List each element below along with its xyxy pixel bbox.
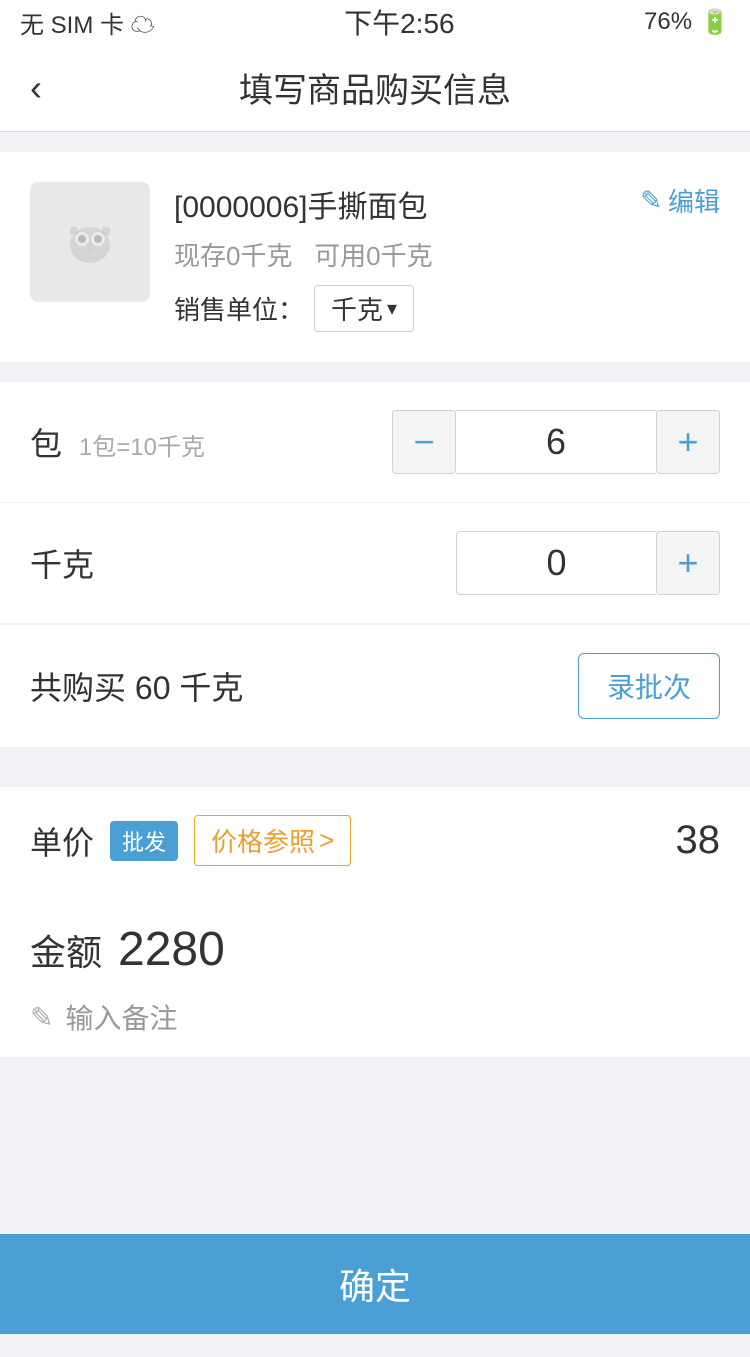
amount-row: 金额 2280: [30, 922, 720, 977]
product-unit-row: 销售单位： 千克 ▾: [174, 285, 720, 332]
status-left: 无 SIM 卡 ☁: [20, 5, 155, 40]
pack-plus-button[interactable]: +: [656, 410, 720, 474]
summary-row: 共购买 60 千克 录批次: [0, 624, 750, 747]
pack-input-section: 包 1包=10千克 − + 千克 + 共购买 60 千克 录批次: [0, 382, 750, 747]
nav-bar: ‹ 填写商品购买信息: [0, 44, 750, 132]
dropdown-icon: ▾: [387, 296, 397, 321]
kg-input-row: 千克 +: [0, 503, 750, 624]
page-title: 填写商品购买信息: [239, 63, 511, 112]
pack-minus-button[interactable]: −: [392, 410, 456, 474]
sim-status: 无 SIM 卡 ☁: [20, 5, 155, 40]
back-button[interactable]: ‹: [30, 67, 42, 109]
kg-input[interactable]: [456, 531, 656, 595]
amount-section: 金额 2280 ✎ 输入备注: [0, 894, 750, 1057]
kg-stepper: +: [456, 531, 720, 595]
price-section: 单价 批发 价格参照 > 38: [0, 787, 750, 894]
product-info: [0000006]手撕面包 ✎ 编辑 现存0千克 可用0千克 销售单位： 千克 …: [174, 182, 720, 332]
status-right: 76% 🔋: [644, 8, 730, 37]
pack-stepper: − +: [392, 410, 720, 474]
unit-select[interactable]: 千克 ▾: [314, 285, 414, 332]
remark-row[interactable]: ✎ 输入备注: [30, 997, 720, 1037]
remark-placeholder: 输入备注: [65, 997, 177, 1037]
kg-plus-button[interactable]: +: [656, 531, 720, 595]
pack-label: 包 1包=10千克: [30, 419, 392, 465]
product-name: [0000006]手撕面包: [174, 182, 427, 226]
unit-price-value: 38: [676, 818, 721, 863]
pack-input[interactable]: [456, 410, 656, 474]
total-quantity: 共购买 60 千克: [30, 663, 243, 709]
amount-label: 金额: [30, 924, 102, 976]
status-time: 下午2:56: [344, 2, 455, 42]
pack-input-row: 包 1包=10千克 − +: [0, 382, 750, 503]
amount-value: 2280: [118, 922, 225, 977]
price-ref-button[interactable]: 价格参照 >: [194, 815, 351, 866]
owl-logo-icon: [55, 217, 125, 267]
price-label: 单价: [30, 818, 94, 864]
confirm-button[interactable]: 确定: [0, 1234, 750, 1334]
product-stock: 现存0千克 可用0千克: [174, 236, 720, 273]
edit-icon: ✎: [640, 185, 662, 216]
kg-label: 千克: [30, 540, 456, 586]
pack-hint: 1包=10千克: [79, 434, 205, 461]
divider-1: [0, 362, 750, 382]
status-bar: 无 SIM 卡 ☁ 下午2:56 76% 🔋: [0, 0, 750, 44]
battery-level: 76%: [644, 8, 692, 36]
product-card: [0000006]手撕面包 ✎ 编辑 现存0千克 可用0千克 销售单位： 千克 …: [0, 152, 750, 362]
chevron-right-icon: >: [319, 825, 334, 856]
product-image: [30, 182, 150, 302]
confirm-btn-wrapper: 确定: [0, 1234, 750, 1334]
pencil-icon: ✎: [30, 1001, 53, 1034]
batch-price-tag: 批发: [110, 821, 178, 861]
divider-2: [0, 747, 750, 767]
edit-button[interactable]: ✎ 编辑: [640, 182, 720, 219]
batch-button[interactable]: 录批次: [578, 653, 720, 719]
battery-icon: 🔋: [700, 8, 730, 37]
